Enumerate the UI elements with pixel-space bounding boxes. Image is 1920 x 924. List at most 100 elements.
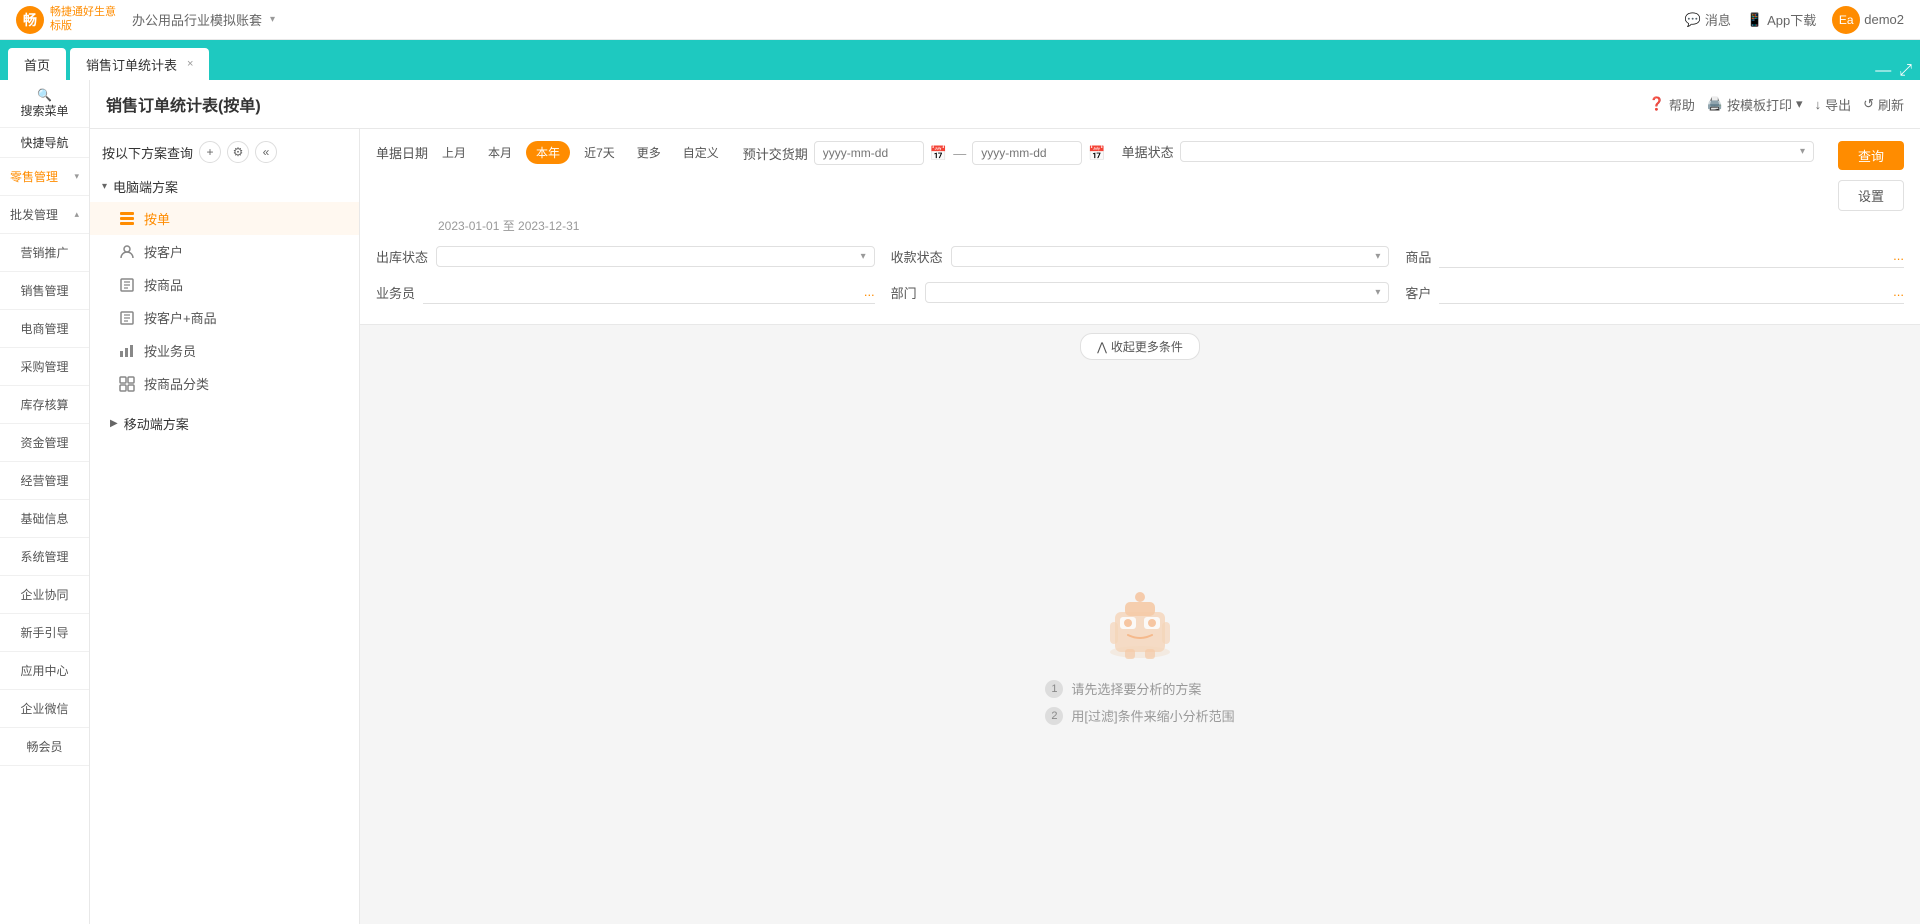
pay-status-select[interactable]: ▾ xyxy=(951,246,1390,267)
sidebar-item-finance[interactable]: 资金管理 xyxy=(0,424,89,462)
expected-date-start-input[interactable] xyxy=(814,141,924,165)
sidebar-item-inventory[interactable]: 库存核算 xyxy=(0,386,89,424)
export-label: 导出 xyxy=(1825,95,1851,114)
doc-status-label: 单据状态 xyxy=(1122,142,1174,161)
sidebar-item-basic[interactable]: 基础信息 xyxy=(0,500,89,538)
doc-status-select[interactable]: ▾ xyxy=(1180,141,1814,162)
sidebar-item-operations[interactable]: 经营管理 xyxy=(0,462,89,500)
hint-num-2: 2 xyxy=(1045,707,1063,725)
minimize-btn[interactable]: — xyxy=(1875,62,1891,80)
left-panel: 按以下方案查询 + ⚙ « ▾ 电脑端方案 xyxy=(90,129,360,924)
scheme-item-bycustomer[interactable]: 按客户 xyxy=(90,235,359,268)
search-btn[interactable]: 查询 xyxy=(1838,141,1904,170)
date-this-year-btn[interactable]: 本年 xyxy=(526,141,570,164)
sidebar-system-label: 系统管理 xyxy=(20,548,68,565)
pc-section-header[interactable]: ▾ 电脑端方案 xyxy=(90,171,359,202)
dept-label: 部门 xyxy=(891,283,917,302)
sidebar-item-member[interactable]: 畅会员 xyxy=(0,728,89,766)
app-download-btn[interactable]: 📱 App下载 xyxy=(1747,10,1816,29)
content-body: 按以下方案查询 + ⚙ « ▾ 电脑端方案 xyxy=(90,129,1920,924)
calendar-end-icon[interactable]: 📅 xyxy=(1088,145,1105,162)
sidebar-item-weixin[interactable]: 企业微信 xyxy=(0,690,89,728)
expected-date-end-input[interactable] xyxy=(972,141,1082,165)
sidebar-item-system[interactable]: 系统管理 xyxy=(0,538,89,576)
app-title-arrow[interactable]: ▾ xyxy=(270,14,275,25)
sidebar-item-retail[interactable]: 零售管理 ▾ xyxy=(0,158,89,196)
scheme-bycustomer-label: 按客户 xyxy=(144,242,183,261)
scheme-byorder-icon xyxy=(118,210,136,228)
right-panel: 单据日期 上月 本月 本年 近7天 更多 自定义 预计交货期 📅 xyxy=(360,129,1920,924)
date-more-btn[interactable]: 更多 xyxy=(629,141,669,164)
ship-status-select[interactable]: ▾ xyxy=(436,246,875,267)
sidebar-item-ecommerce[interactable]: 电商管理 xyxy=(0,310,89,348)
maximize-btn[interactable]: ⤢ xyxy=(1899,62,1912,80)
scheme-item-bysalesman[interactable]: 按业务员 xyxy=(90,334,359,367)
customer-more-btn[interactable]: ... xyxy=(1893,284,1904,299)
empty-hint-2: 2 用[过滤]条件来缩小分析范围 xyxy=(1045,706,1234,725)
sidebar-search-label: 搜索菜单 xyxy=(8,102,81,119)
calendar-start-icon[interactable]: 📅 xyxy=(930,145,947,162)
left-panel-title: 按以下方案查询 xyxy=(102,143,193,162)
search-icon: 🔍 xyxy=(37,88,52,102)
sidebar-item-appcenter[interactable]: 应用中心 xyxy=(0,652,89,690)
sidebar: 🔍 搜索菜单 快捷导航 零售管理 ▾ 批发管理 ▴ 营销推广 销售管理 电商管理… xyxy=(0,80,90,924)
sidebar-inventory-label: 库存核算 xyxy=(20,396,68,413)
dept-select[interactable]: ▾ xyxy=(925,282,1390,303)
empty-state: 1 请先选择要分析的方案 2 用[过滤]条件来缩小分析范围 xyxy=(360,368,1920,924)
user-area[interactable]: Ea demo2 xyxy=(1832,6,1904,34)
top-bar-left: 畅 畅捷通好生意 标版 办公用品行业模拟账套 ▾ xyxy=(16,6,275,34)
scheme-bycategory-icon xyxy=(118,375,136,393)
goods-more-btn[interactable]: ... xyxy=(1893,248,1904,263)
scheme-bycategory-label: 按商品分类 xyxy=(144,374,209,393)
collapse-label: 收起更多条件 xyxy=(1111,338,1183,355)
main-layout: 🔍 搜索菜单 快捷导航 零售管理 ▾ 批发管理 ▴ 营销推广 销售管理 电商管理… xyxy=(0,80,1920,924)
print-arrow: ▾ xyxy=(1796,96,1803,112)
tab-bar: 首页 销售订单统计表 × — ⤢ xyxy=(0,40,1920,80)
collapse-panel-btn[interactable]: « xyxy=(255,141,277,163)
logo-icon: 畅 xyxy=(16,6,44,34)
sidebar-item-marketing[interactable]: 营销推广 xyxy=(0,234,89,272)
app-title: 办公用品行业模拟账套 xyxy=(132,10,262,29)
sidebar-purchase-label: 采购管理 xyxy=(20,358,68,375)
tab-home[interactable]: 首页 xyxy=(8,48,66,80)
sidebar-item-corp[interactable]: 企业协同 xyxy=(0,576,89,614)
print-icon: 🖨️ xyxy=(1707,96,1723,112)
sidebar-item-purchase[interactable]: 采购管理 xyxy=(0,348,89,386)
tab-sales-statistics[interactable]: 销售订单统计表 × xyxy=(70,48,209,80)
doc-status-arrow: ▾ xyxy=(1800,146,1805,157)
sidebar-nav[interactable]: 快捷导航 xyxy=(0,128,89,158)
sidebar-item-sales[interactable]: 销售管理 xyxy=(0,272,89,310)
sidebar-item-wholesale[interactable]: 批发管理 ▴ xyxy=(0,196,89,234)
sidebar-search[interactable]: 🔍 搜索菜单 xyxy=(0,80,89,128)
sidebar-appcenter-label: 应用中心 xyxy=(20,662,68,679)
sidebar-item-newbie[interactable]: 新手引导 xyxy=(0,614,89,652)
hint-text-1: 请先选择要分析的方案 xyxy=(1071,679,1201,698)
help-btn[interactable]: ❓ 帮助 xyxy=(1649,95,1695,114)
tab-close-btn[interactable]: × xyxy=(187,58,193,70)
pc-section-arrow: ▾ xyxy=(102,181,107,192)
scheme-item-bycategory[interactable]: 按商品分类 xyxy=(90,367,359,400)
date-last7-btn[interactable]: 近7天 xyxy=(576,141,623,164)
scheme-item-bygoods[interactable]: 按商品 xyxy=(90,268,359,301)
date-this-month-btn[interactable]: 本月 xyxy=(480,141,520,164)
salesman-more-btn[interactable]: ... xyxy=(864,284,875,299)
collapse-btn[interactable]: ⋀ 收起更多条件 xyxy=(1080,333,1200,360)
mobile-section-header[interactable]: ▶ 移动端方案 xyxy=(90,408,359,439)
add-scheme-btn[interactable]: + xyxy=(199,141,221,163)
messages-label: 消息 xyxy=(1705,10,1731,29)
content-area: 销售订单统计表(按单) ❓ 帮助 🖨️ 按模板打印 ▾ ↓ 导出 ↺ 刷新 xyxy=(90,80,1920,924)
sidebar-newbie-label: 新手引导 xyxy=(20,624,68,641)
settings-btn[interactable]: 设置 xyxy=(1838,180,1904,211)
print-btn[interactable]: 🖨️ 按模板打印 ▾ xyxy=(1707,95,1803,114)
customer-label: 客户 xyxy=(1405,283,1431,302)
left-panel-actions: + ⚙ « xyxy=(199,141,277,163)
date-custom-btn[interactable]: 自定义 xyxy=(675,141,727,164)
refresh-btn[interactable]: ↺ 刷新 xyxy=(1863,95,1904,114)
refresh-label: 刷新 xyxy=(1878,95,1904,114)
scheme-item-byorder[interactable]: 按单 xyxy=(90,202,359,235)
messages-btn[interactable]: 💬 消息 xyxy=(1685,10,1731,29)
export-btn[interactable]: ↓ 导出 xyxy=(1815,95,1852,114)
scheme-item-bycustomergoods[interactable]: 按客户+商品 xyxy=(90,301,359,334)
date-last-month-btn[interactable]: 上月 xyxy=(434,141,474,164)
settings-scheme-btn[interactable]: ⚙ xyxy=(227,141,249,163)
